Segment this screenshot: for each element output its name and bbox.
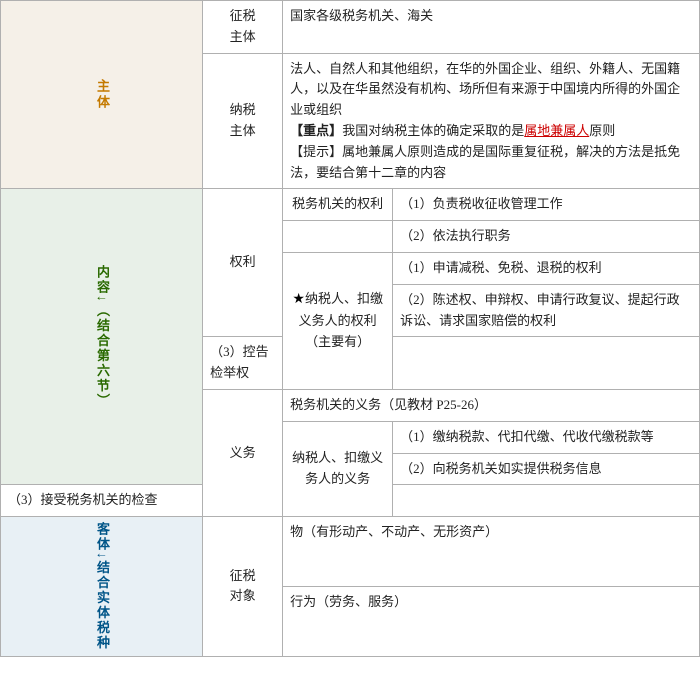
- zhuiti-zhengshui-label: 征税主体: [203, 1, 283, 54]
- zhuiti-zhengshui-content: 国家各级税务机关、海关: [283, 1, 700, 54]
- quanli-nsr-item3: （3）控告检举权: [203, 337, 283, 390]
- section-label-neirong: 内容↓（结合第六节）: [1, 189, 203, 485]
- yiwu-nsr-label: 纳税人、扣缴义务人的义务: [283, 421, 393, 516]
- zhuiti-nashui-content: 法人、自然人和其他组织，在华的外国企业、组织、外籍人、无国籍人，以及在华虽然没有…: [283, 53, 700, 189]
- zhuiti-nashui-text1: 法人、自然人和其他组织，在华的外国企业、组织、外籍人、无国籍人，以及在华虽然没有…: [290, 59, 692, 121]
- keti-zhengshui-label: 征税对象: [203, 517, 283, 657]
- section-label-zhuiti: 主体: [1, 1, 203, 189]
- neirong-yiwu-label: 义务: [203, 389, 283, 516]
- quanli-swjg-item2: （2）依法执行职务: [393, 221, 700, 253]
- quanli-swjg-item1: （1）负责税收征收管理工作: [393, 189, 700, 221]
- keti-item2: 行为（劳务、服务）: [283, 586, 700, 656]
- yiwu-nsr-item2: （2）向税务机关如实提供税务信息: [393, 453, 700, 485]
- section-label-keti: 客体↓结合实体税种: [1, 517, 203, 657]
- zhuiti-nashui-label: 纳税主体: [203, 53, 283, 189]
- row-zhuiti-1: 主体 征税主体 国家各级税务机关、海关: [1, 1, 700, 54]
- yiwu-nsr-item1: （1）缴纳税款、代扣代缴、代收代缴税款等: [393, 421, 700, 453]
- row-keti-1: 客体↓结合实体税种 征税对象 物（有形动产、不动产、无形资产）: [1, 517, 700, 587]
- yiwu-swjg-label: 税务机关的义务（见教材 P25-26）: [283, 389, 700, 421]
- quanli-swjg-label: 税务机关的权利: [283, 189, 393, 221]
- neirong-quanli-label: 权利: [203, 189, 283, 337]
- yiwu-nsr-item3: （3）接受税务机关的检查: [1, 485, 203, 517]
- keti-item1: 物（有形动产、不动产、无形资产）: [283, 517, 700, 587]
- quanli-nsr-item2: （2）陈述权、申辩权、申请行政复议、提起行政诉讼、请求国家赔偿的权利: [393, 284, 700, 337]
- quanli-nsr-label: ★纳税人、扣缴义务人的权利（主要有）: [283, 252, 393, 389]
- main-table: 主体 征税主体 国家各级税务机关、海关 纳税主体 法人、自然人和其他组织，在华的…: [0, 0, 700, 657]
- quanli-swjg-label-2: [283, 221, 393, 253]
- zhuiti-nashui-text2: 【重点】我国对纳税主体的确定采取的是属地兼属人原则: [290, 121, 692, 142]
- row-neirong-quanli-swjg: 内容↓（结合第六节） 权利 税务机关的权利 （1）负责税收征收管理工作: [1, 189, 700, 221]
- quanli-nsr-item1: （1）申请减税、免税、退税的权利: [393, 252, 700, 284]
- zhuiti-nashui-text3: 【提示】属地兼属人原则造成的是国际重复征税，解决的方法是抵免法，要结合第十二章的…: [290, 142, 692, 184]
